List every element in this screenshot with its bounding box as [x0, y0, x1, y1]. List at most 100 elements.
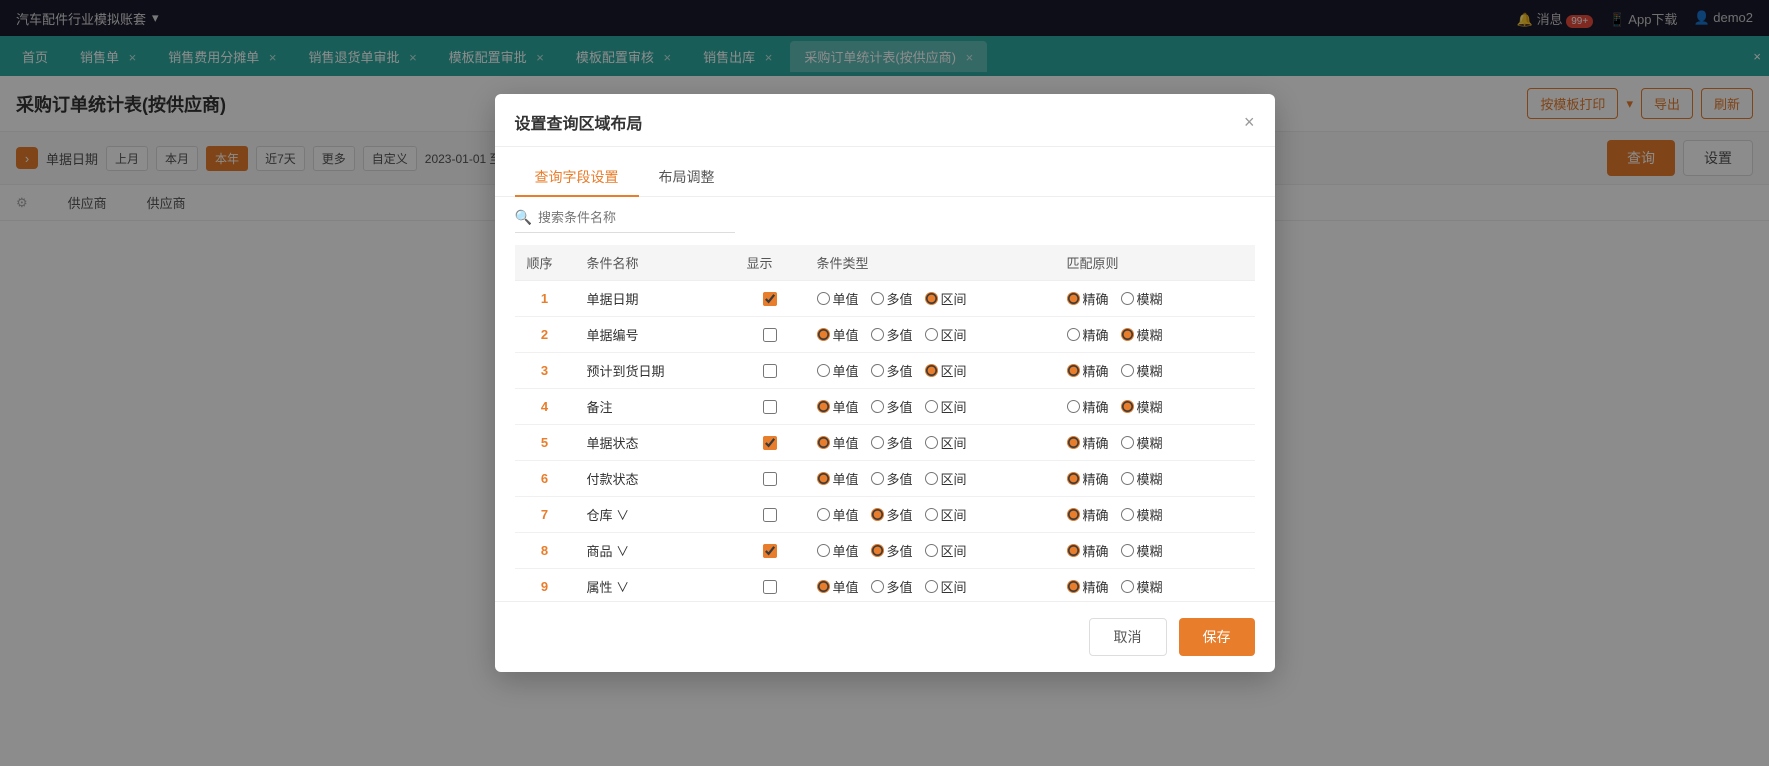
match-radio-item[interactable]: 模糊	[1121, 361, 1163, 380]
type-radio-item[interactable]: 多值	[871, 397, 913, 416]
type-radio-item[interactable]: 单值	[817, 289, 859, 308]
type-radio[interactable]	[817, 544, 830, 557]
match-radio-item[interactable]: 精确	[1067, 577, 1109, 596]
match-radio-item[interactable]: 精确	[1067, 361, 1109, 380]
type-radio[interactable]	[871, 364, 884, 377]
type-radio[interactable]	[925, 436, 938, 449]
match-radio[interactable]	[1067, 364, 1080, 377]
type-radio-item[interactable]: 区间	[925, 325, 967, 344]
save-button[interactable]: 保存	[1179, 618, 1255, 656]
type-radio-item[interactable]: 单值	[817, 469, 859, 488]
type-radio[interactable]	[817, 328, 830, 341]
type-radio[interactable]	[871, 472, 884, 485]
match-radio[interactable]	[1067, 508, 1080, 521]
type-radio[interactable]	[817, 364, 830, 377]
match-radio[interactable]	[1067, 544, 1080, 557]
type-radio-item[interactable]: 区间	[925, 397, 967, 416]
match-radio[interactable]	[1121, 472, 1134, 485]
display-checkbox[interactable]	[763, 544, 777, 558]
display-checkbox[interactable]	[763, 292, 777, 306]
type-radio[interactable]	[925, 328, 938, 341]
type-radio-item[interactable]: 单值	[817, 577, 859, 596]
type-radio-item[interactable]: 区间	[925, 289, 967, 308]
type-radio-item[interactable]: 多值	[871, 577, 913, 596]
type-radio-item[interactable]: 单值	[817, 541, 859, 560]
display-checkbox[interactable]	[763, 508, 777, 522]
type-radio[interactable]	[871, 580, 884, 593]
type-radio[interactable]	[817, 436, 830, 449]
match-radio[interactable]	[1121, 364, 1134, 377]
match-radio[interactable]	[1067, 472, 1080, 485]
match-radio-item[interactable]: 模糊	[1121, 505, 1163, 524]
match-radio-item[interactable]: 模糊	[1121, 397, 1163, 416]
type-radio-item[interactable]: 多值	[871, 325, 913, 344]
match-radio[interactable]	[1121, 508, 1134, 521]
match-radio-item[interactable]: 模糊	[1121, 577, 1163, 596]
match-radio[interactable]	[1067, 436, 1080, 449]
match-radio[interactable]	[1121, 328, 1134, 341]
type-radio[interactable]	[817, 472, 830, 485]
type-radio[interactable]	[925, 580, 938, 593]
type-radio[interactable]	[925, 364, 938, 377]
match-radio[interactable]	[1067, 400, 1080, 413]
match-radio-item[interactable]: 精确	[1067, 397, 1109, 416]
type-radio-item[interactable]: 单值	[817, 433, 859, 452]
match-radio-item[interactable]: 精确	[1067, 469, 1109, 488]
type-radio[interactable]	[871, 400, 884, 413]
match-radio[interactable]	[1121, 292, 1134, 305]
cancel-button[interactable]: 取消	[1089, 618, 1167, 656]
type-radio-item[interactable]: 区间	[925, 469, 967, 488]
type-radio-item[interactable]: 单值	[817, 325, 859, 344]
match-radio[interactable]	[1121, 436, 1134, 449]
type-radio-item[interactable]: 多值	[871, 505, 913, 524]
match-radio-item[interactable]: 精确	[1067, 289, 1109, 308]
display-checkbox[interactable]	[763, 436, 777, 450]
type-radio[interactable]	[871, 436, 884, 449]
type-radio[interactable]	[925, 292, 938, 305]
match-radio[interactable]	[1067, 328, 1080, 341]
search-input[interactable]	[538, 210, 698, 225]
dialog-close-button[interactable]: ×	[1244, 113, 1255, 131]
display-checkbox[interactable]	[763, 364, 777, 378]
match-radio[interactable]	[1121, 400, 1134, 413]
type-radio[interactable]	[871, 328, 884, 341]
type-radio-item[interactable]: 多值	[871, 361, 913, 380]
type-radio[interactable]	[925, 508, 938, 521]
match-radio-item[interactable]: 模糊	[1121, 541, 1163, 560]
type-radio-item[interactable]: 多值	[871, 469, 913, 488]
display-checkbox[interactable]	[763, 400, 777, 414]
match-radio[interactable]	[1067, 292, 1080, 305]
match-radio-item[interactable]: 精确	[1067, 433, 1109, 452]
type-radio-item[interactable]: 区间	[925, 361, 967, 380]
match-radio[interactable]	[1067, 580, 1080, 593]
type-radio-item[interactable]: 单值	[817, 397, 859, 416]
type-radio[interactable]	[871, 292, 884, 305]
type-radio[interactable]	[925, 544, 938, 557]
match-radio-item[interactable]: 模糊	[1121, 325, 1163, 344]
match-radio-item[interactable]: 模糊	[1121, 433, 1163, 452]
type-radio-item[interactable]: 区间	[925, 577, 967, 596]
type-radio-item[interactable]: 区间	[925, 541, 967, 560]
display-checkbox[interactable]	[763, 472, 777, 486]
match-radio-item[interactable]: 精确	[1067, 325, 1109, 344]
type-radio-item[interactable]: 单值	[817, 361, 859, 380]
match-radio-item[interactable]: 模糊	[1121, 289, 1163, 308]
type-radio[interactable]	[925, 472, 938, 485]
tab-layout-adjust[interactable]: 布局调整	[639, 159, 735, 197]
match-radio[interactable]	[1121, 580, 1134, 593]
match-radio-item[interactable]: 模糊	[1121, 469, 1163, 488]
match-radio-item[interactable]: 精确	[1067, 505, 1109, 524]
tab-query-fields[interactable]: 查询字段设置	[515, 159, 639, 197]
match-radio[interactable]	[1121, 544, 1134, 557]
match-radio-item[interactable]: 精确	[1067, 541, 1109, 560]
type-radio[interactable]	[871, 544, 884, 557]
type-radio-item[interactable]: 多值	[871, 289, 913, 308]
type-radio[interactable]	[871, 508, 884, 521]
type-radio[interactable]	[817, 292, 830, 305]
display-checkbox[interactable]	[763, 580, 777, 594]
type-radio[interactable]	[817, 508, 830, 521]
type-radio-item[interactable]: 多值	[871, 433, 913, 452]
type-radio[interactable]	[817, 580, 830, 593]
type-radio[interactable]	[925, 400, 938, 413]
type-radio[interactable]	[817, 400, 830, 413]
